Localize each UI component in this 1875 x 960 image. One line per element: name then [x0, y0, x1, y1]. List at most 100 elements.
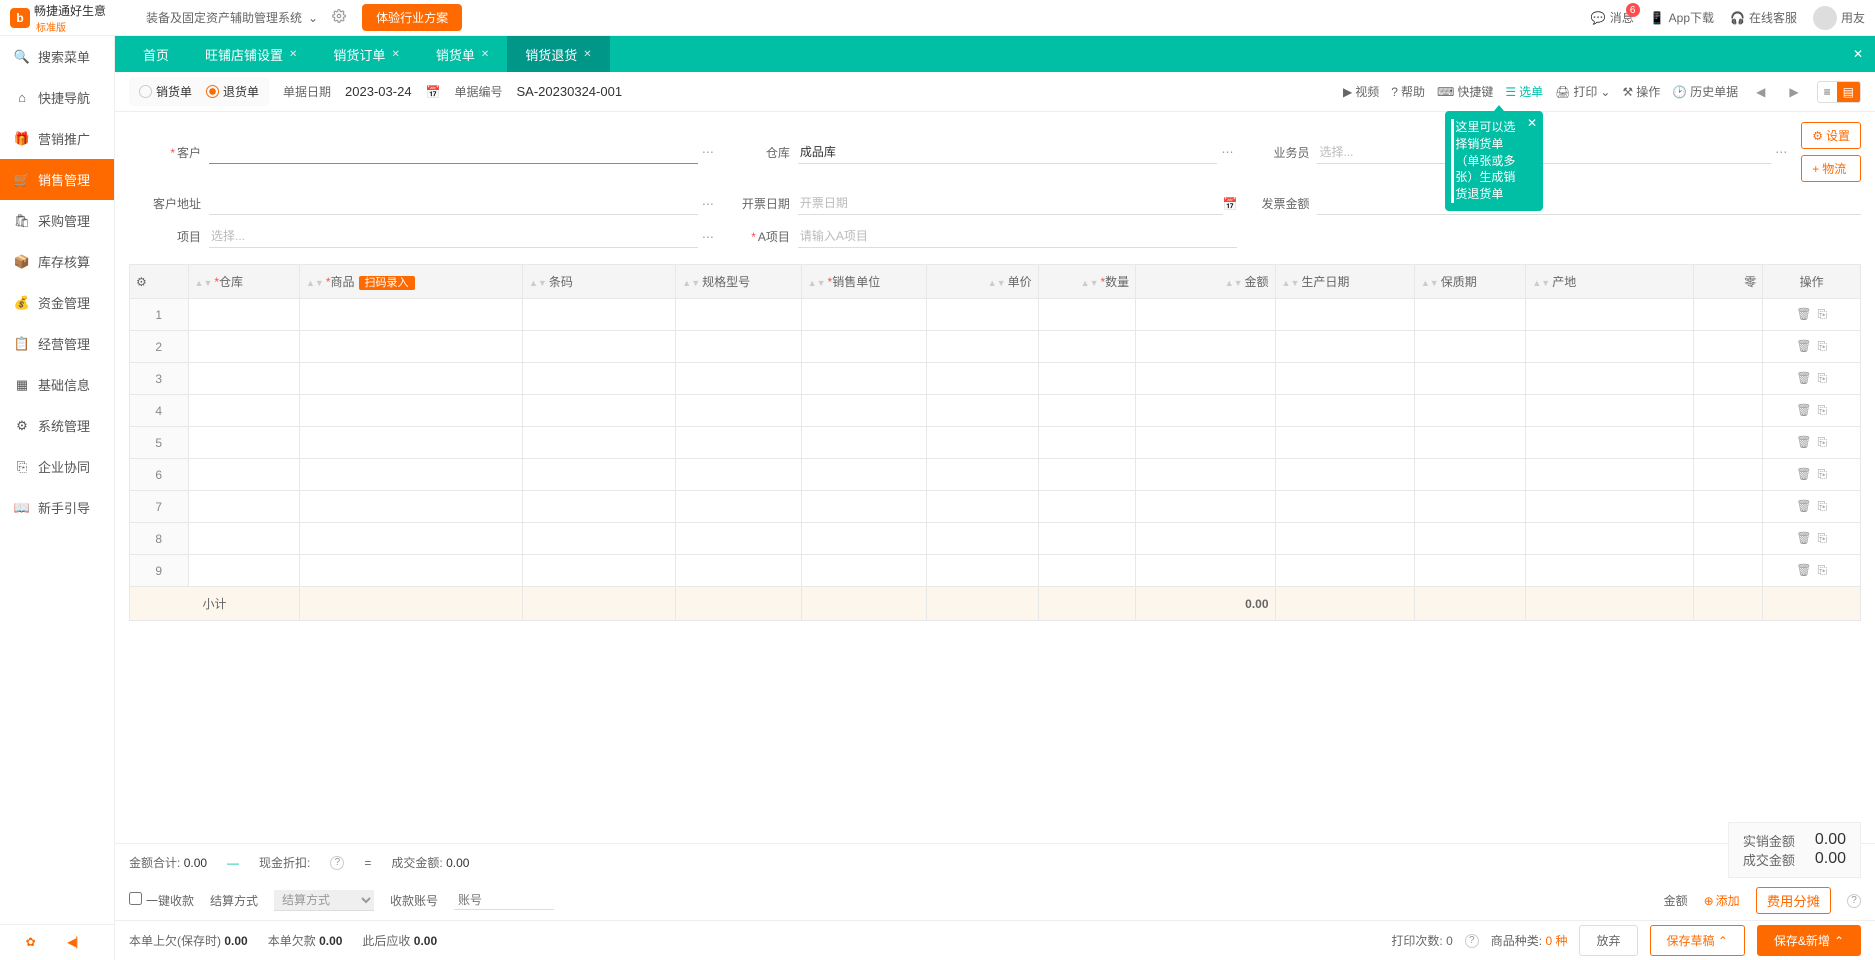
customer-input[interactable] — [209, 141, 698, 164]
help-icon[interactable]: ? — [1465, 934, 1479, 948]
view-form-button[interactable]: ▤ — [1837, 82, 1860, 102]
delete-icon[interactable]: 🗑 — [1796, 435, 1811, 449]
settle-select[interactable]: 结算方式 — [274, 890, 374, 911]
view-list-button[interactable]: ≡ — [1818, 82, 1837, 102]
delete-icon[interactable]: 🗑 — [1796, 371, 1811, 385]
copy-icon[interactable]: ⎘ — [1817, 403, 1827, 417]
help-icon[interactable]: ? — [1847, 894, 1861, 908]
col-spec[interactable]: ▲▼规格型号 — [676, 265, 801, 299]
fee-share-button[interactable]: 费用分摊 — [1756, 887, 1831, 914]
table-row[interactable]: 7🗑⎘ — [130, 491, 1861, 523]
logistics-button[interactable]: +物流 — [1801, 155, 1861, 182]
experience-button[interactable]: 体验行业方案 — [362, 4, 462, 31]
tab-sales-return[interactable]: 销货退货✕ — [507, 36, 609, 72]
sidebar-item-finance[interactable]: 💰资金管理 — [0, 282, 114, 323]
address-input[interactable] — [209, 192, 698, 215]
warehouse-input[interactable] — [798, 141, 1218, 164]
table-row[interactable]: 8🗑⎘ — [130, 523, 1861, 555]
aproject-input[interactable] — [798, 225, 1238, 248]
next-doc-button[interactable]: ▶ — [1783, 83, 1804, 101]
tab-sales-order[interactable]: 销货订单✕ — [315, 36, 417, 72]
system-dropdown[interactable]: 装备及固定资产辅助管理系统 ⌄ — [146, 9, 318, 26]
table-row[interactable]: 3🗑⎘ — [130, 363, 1861, 395]
operate-button[interactable]: ⚒操作 — [1622, 83, 1660, 100]
close-all-tabs[interactable]: ✕ — [1841, 47, 1875, 61]
copy-icon[interactable]: ⎘ — [1817, 563, 1827, 577]
column-settings[interactable]: ⚙ — [130, 265, 189, 299]
settings-icon[interactable]: ✿ — [26, 935, 36, 950]
video-button[interactable]: ▶视频 — [1343, 83, 1379, 100]
table-row[interactable]: 9🗑⎘ — [130, 555, 1861, 587]
calendar-icon[interactable]: 📅 — [1223, 197, 1238, 211]
add-payment-button[interactable]: ⊕添加 — [1704, 892, 1740, 909]
salesperson-input[interactable] — [1317, 141, 1771, 164]
prev-doc-button[interactable]: ◀ — [1750, 83, 1771, 101]
table-row[interactable]: 6🗑⎘ — [130, 459, 1861, 491]
sidebar-item-guide[interactable]: 📖新手引导 — [0, 487, 114, 528]
sidebar-item-purchase[interactable]: 🛍采购管理 — [0, 200, 114, 241]
sidebar-item-collab[interactable]: ⎘企业协同 — [0, 446, 114, 487]
oneclick-checkbox[interactable]: 一键收款 — [129, 892, 194, 909]
lookup-icon[interactable]: ⋯ — [1217, 145, 1237, 159]
tooltip-close-icon[interactable]: ✕ — [1527, 115, 1537, 132]
message-button[interactable]: 💬 消息 6 — [1591, 9, 1634, 26]
sidebar-item-business[interactable]: 📋经营管理 — [0, 323, 114, 364]
table-row[interactable]: 1🗑⎘ — [130, 299, 1861, 331]
sidebar-item-inventory[interactable]: 📦库存核算 — [0, 241, 114, 282]
history-button[interactable]: 🕑历史单据 — [1672, 83, 1738, 100]
sidebar-item-search[interactable]: 🔍搜索菜单 — [0, 36, 114, 77]
date-value[interactable]: 2023-03-24 — [345, 84, 412, 99]
col-qty[interactable]: ▲▼*数量 — [1038, 265, 1136, 299]
delete-icon[interactable]: 🗑 — [1796, 467, 1811, 481]
sidebar-item-sales[interactable]: 🛒销售管理 — [0, 159, 114, 200]
delete-icon[interactable]: 🗑 — [1796, 307, 1811, 321]
col-origin[interactable]: ▲▼产地 — [1526, 265, 1693, 299]
scan-badge[interactable]: 扫码录入 — [359, 276, 415, 290]
delete-icon[interactable]: 🗑 — [1796, 339, 1811, 353]
help-button[interactable]: ?帮助 — [1391, 83, 1425, 100]
select-button[interactable]: ☰选单 这里可以选择销货单（单张或多张）生成销货退货单 ✕ — [1505, 83, 1543, 100]
tab-shop-settings[interactable]: 旺铺店铺设置✕ — [187, 36, 315, 72]
table-row[interactable]: 2🗑⎘ — [130, 331, 1861, 363]
col-shelf[interactable]: ▲▼保质期 — [1414, 265, 1525, 299]
settings-button[interactable]: ⚙设置 — [1801, 122, 1861, 149]
radio-sale[interactable]: 销货单 — [139, 83, 192, 100]
tab-sales-doc[interactable]: 销货单✕ — [418, 36, 507, 72]
copy-icon[interactable]: ⎘ — [1817, 371, 1827, 385]
col-warehouse[interactable]: ▲▼*仓库 — [188, 265, 299, 299]
close-icon[interactable]: ✕ — [481, 49, 489, 60]
invoice-date-input[interactable] — [798, 192, 1223, 215]
close-icon[interactable]: ✕ — [289, 49, 297, 60]
copy-icon[interactable]: ⎘ — [1817, 435, 1827, 449]
print-button[interactable]: 🖨打印⌄ — [1555, 83, 1610, 100]
save-new-button[interactable]: 保存&新增 ⌃ — [1757, 925, 1861, 956]
calendar-icon[interactable]: 📅 — [426, 85, 441, 99]
shortcut-button[interactable]: ⌨快捷键 — [1437, 83, 1493, 100]
lookup-icon[interactable]: ⋯ — [698, 145, 718, 159]
copy-icon[interactable]: ⎘ — [1817, 307, 1827, 321]
delete-icon[interactable]: 🗑 — [1796, 531, 1811, 545]
lookup-icon[interactable]: ⋯ — [698, 197, 718, 211]
radio-return[interactable]: 退货单 — [206, 83, 259, 100]
user-menu[interactable]: 用友 — [1813, 6, 1865, 30]
lookup-icon[interactable]: ⋯ — [1771, 145, 1791, 159]
col-prod-date[interactable]: ▲▼生产日期 — [1275, 265, 1414, 299]
tab-home[interactable]: 首页 — [125, 36, 187, 72]
sidebar-item-system[interactable]: ⚙系统管理 — [0, 405, 114, 446]
delete-icon[interactable]: 🗑 — [1796, 563, 1811, 577]
collapse-icon[interactable]: ◀⎸ — [67, 935, 88, 950]
online-service-button[interactable]: 🎧 在线客服 — [1730, 9, 1797, 26]
gear-icon[interactable] — [332, 9, 346, 26]
copy-icon[interactable]: ⎘ — [1817, 531, 1827, 545]
sidebar-item-basic[interactable]: ▦基础信息 — [0, 364, 114, 405]
col-product[interactable]: ▲▼*商品扫码录入 — [300, 265, 523, 299]
delete-icon[interactable]: 🗑 — [1796, 403, 1811, 417]
col-amount[interactable]: ▲▼金额 — [1136, 265, 1275, 299]
close-icon[interactable]: ✕ — [583, 49, 591, 60]
delete-icon[interactable]: 🗑 — [1796, 499, 1811, 513]
table-row[interactable]: 4🗑⎘ — [130, 395, 1861, 427]
app-download-button[interactable]: 📱 App下载 — [1650, 9, 1714, 26]
close-icon[interactable]: ✕ — [391, 49, 399, 60]
col-barcode[interactable]: ▲▼条码 — [523, 265, 676, 299]
sidebar-item-nav[interactable]: ⌂快捷导航 — [0, 77, 114, 118]
